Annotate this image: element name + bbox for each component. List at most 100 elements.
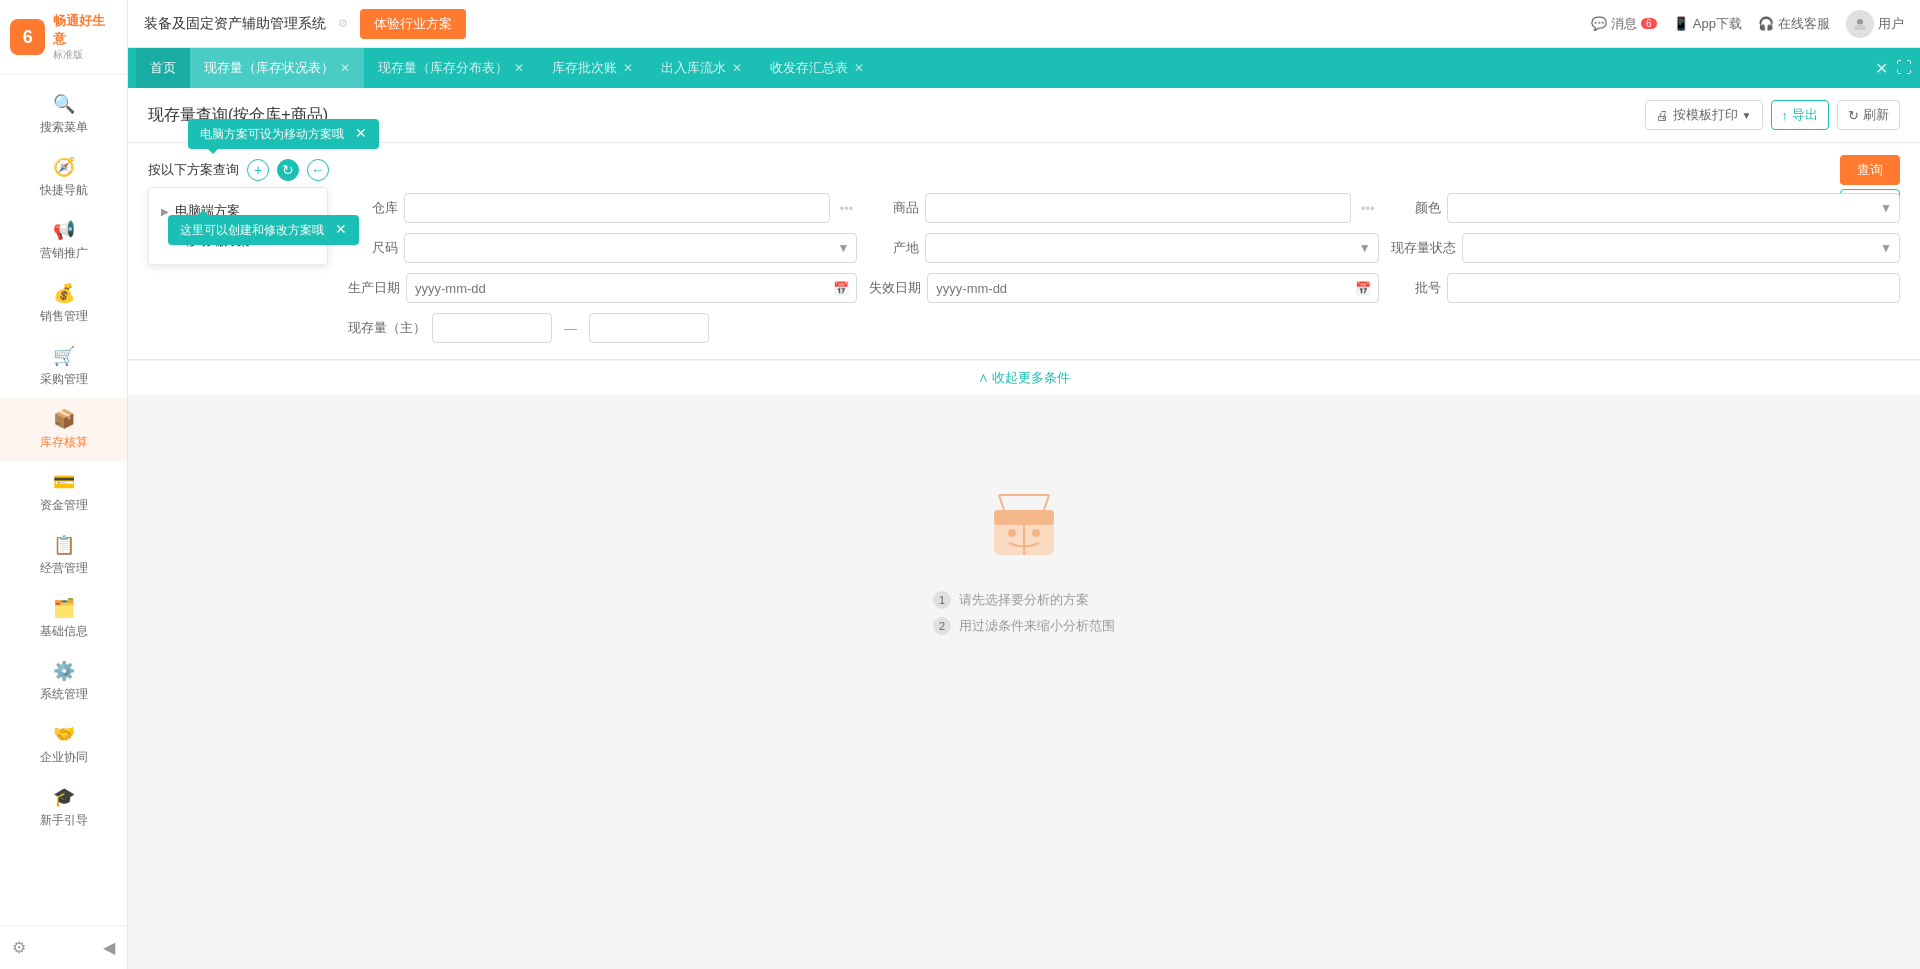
main-area: 装备及固定资产辅助管理系统 ⚙ 体验行业方案 💬 消息 6 📱 App下载 🎧 … [128, 0, 1920, 969]
system-icon: ⚙️ [53, 660, 75, 682]
batch-no-input[interactable] [1447, 273, 1900, 303]
query-button[interactable]: 查询 [1840, 155, 1900, 185]
search-menu-icon: 🔍 [53, 93, 75, 115]
origin-select[interactable] [925, 233, 1378, 263]
filter-stock-status: 现存量状态 ▼ [1391, 233, 1900, 263]
produce-date-calendar-icon[interactable]: 📅 [833, 281, 849, 296]
filter-row-4: 现存量（主） — [348, 313, 1900, 343]
refresh-scheme-button[interactable]: ↻ [277, 159, 299, 181]
back-icon-button[interactable]: ← [307, 159, 329, 181]
tab-label-batch-ledger: 库存批次账 [552, 59, 617, 77]
sidebar-label-purchase: 采购管理 [40, 371, 88, 388]
empty-state: 1 请先选择要分析的方案 2 用过滤条件来缩小分析范围 [128, 395, 1920, 715]
export-icon: ↑ [1782, 108, 1789, 123]
finance-icon: 💳 [53, 471, 75, 493]
headset-icon: 🎧 [1758, 16, 1774, 31]
collapse-sidebar-icon[interactable]: ◀ [103, 938, 115, 957]
expiry-date-calendar-icon[interactable]: 📅 [1355, 281, 1371, 296]
tab-label-home: 首页 [150, 59, 176, 77]
goods-dots-icon[interactable]: ••• [1357, 201, 1379, 216]
filter-header: 按以下方案查询 + ↻ ← 电脑方案可设为移动方案哦 ✕ ▶ 电脑端方案 [148, 159, 1900, 181]
sidebar-item-basic-info[interactable]: 🗂️基础信息 [0, 587, 127, 650]
goods-label: 商品 [869, 199, 919, 217]
bell-icon: 💬 [1591, 16, 1607, 31]
refresh-button[interactable]: ↻ 刷新 [1837, 100, 1900, 130]
sidebar-item-finance[interactable]: 💳资金管理 [0, 461, 127, 524]
close-all-icon[interactable]: ✕ [1875, 59, 1888, 78]
warehouse-dots-icon[interactable]: ••• [836, 201, 858, 216]
header-right: 💬 消息 6 📱 App下载 🎧 在线客服 用户 [1591, 10, 1904, 38]
tab-label-inventory-status: 现存量（库存状况表） [204, 59, 334, 77]
tab-close-collection-summary[interactable]: ✕ [854, 61, 864, 75]
settings-icon[interactable]: ⚙ [12, 938, 26, 957]
tab-close-batch-ledger[interactable]: ✕ [623, 61, 633, 75]
industry-plan-button[interactable]: 体验行业方案 [360, 9, 466, 39]
scheme-tooltip-close[interactable]: ✕ [355, 125, 367, 141]
sidebar-item-quick-nav[interactable]: 🧭快捷导航 [0, 146, 127, 209]
system-name: 装备及固定资产辅助管理系统 [144, 15, 326, 33]
color-select[interactable] [1447, 193, 1900, 223]
tab-home[interactable]: 首页 [136, 48, 190, 88]
tab-bar: 首页现存量（库存状况表）✕现存量（库存分布表）✕库存批次账✕出入库流水✕收发存汇… [128, 48, 1920, 88]
tab-bar-end: ✕ ⛶ [1875, 59, 1912, 78]
tab-inout-flow[interactable]: 出入库流水✕ [647, 48, 756, 88]
create-tooltip-close[interactable]: ✕ [335, 221, 347, 237]
collapse-bar[interactable]: ∧ 收起更多条件 [128, 360, 1920, 395]
avatar [1846, 10, 1874, 38]
sidebar-item-enterprise[interactable]: 🤝企业协同 [0, 713, 127, 776]
empty-tip-1: 1 请先选择要分析的方案 [933, 591, 1115, 609]
sidebar-item-inventory[interactable]: 📦库存核算 [0, 398, 127, 461]
goods-input[interactable] [925, 193, 1351, 223]
stock-status-select[interactable] [1462, 233, 1900, 263]
expiry-date-input[interactable] [927, 273, 1378, 303]
sidebar-item-system[interactable]: ⚙️ 系统管理 [0, 650, 127, 713]
filter-origin: 产地 ▼ [869, 233, 1378, 263]
enterprise-icon: 🤝 [53, 723, 75, 745]
sidebar-label-system: 系统管理 [40, 686, 88, 703]
user-item[interactable]: 用户 [1846, 10, 1904, 38]
inventory-icon: 📦 [53, 408, 75, 430]
sidebar-item-marketing[interactable]: 📢营销推广 [0, 209, 127, 272]
tab-collection-summary[interactable]: 收发存汇总表✕ [756, 48, 878, 88]
filter-rows: 仓库 ••• 商品 ••• 颜色 ▼ [348, 193, 1900, 343]
quick-nav-icon: 🧭 [53, 156, 75, 178]
filter-row-1: 仓库 ••• 商品 ••• 颜色 ▼ [348, 193, 1900, 223]
print-template-button[interactable]: 🖨 按模板打印 ▼ [1645, 100, 1763, 130]
empty-tip-2: 2 用过滤条件来缩小分析范围 [933, 617, 1115, 635]
export-button[interactable]: ↑ 导出 [1771, 100, 1830, 130]
svg-point-5 [1032, 529, 1040, 537]
sidebar-item-guide[interactable]: 🎓新手引导 [0, 776, 127, 839]
app-download-item[interactable]: 📱 App下载 [1673, 15, 1742, 33]
stock-qty-min-input[interactable] [432, 313, 552, 343]
scheme-tooltip: 电脑方案可设为移动方案哦 ✕ [188, 119, 379, 149]
refresh-icon: ↻ [1848, 108, 1859, 123]
tab-batch-ledger[interactable]: 库存批次账 ✕ [538, 48, 647, 88]
page-content: 现存量查询(按仓库+商品) 🖨 按模板打印 ▼ ↑ 导出 ↻ 刷新 [128, 88, 1920, 969]
tab-close-inventory-dist[interactable]: ✕ [514, 61, 524, 75]
tab-close-inventory-status[interactable]: ✕ [340, 61, 350, 75]
add-scheme-button[interactable]: + [247, 159, 269, 181]
settings-gear-icon[interactable]: ⚙ [338, 17, 348, 30]
tab-inventory-dist[interactable]: 现存量（库存分布表）✕ [364, 48, 538, 88]
sidebar-item-search-menu[interactable]: 🔍搜索菜单 [0, 83, 127, 146]
size-select[interactable] [404, 233, 857, 263]
stock-qty-max-input[interactable] [589, 313, 709, 343]
sidebar-item-sales[interactable]: 💰销售管理 [0, 272, 127, 335]
produce-date-input[interactable] [406, 273, 857, 303]
color-label: 颜色 [1391, 199, 1441, 217]
sidebar-item-operations[interactable]: 📋经营管理 [0, 524, 127, 587]
notifications-item[interactable]: 💬 消息 6 [1591, 15, 1657, 33]
expand-icon[interactable]: ⛶ [1896, 59, 1912, 77]
notification-badge: 6 [1641, 18, 1657, 29]
sidebar-label-basic-info: 基础信息 [40, 623, 88, 640]
warehouse-input[interactable] [404, 193, 830, 223]
origin-label: 产地 [869, 239, 919, 257]
sidebar-logo: 6 畅通好生意 标准版 [0, 0, 127, 75]
tip-num-1: 1 [933, 591, 951, 609]
sidebar-item-purchase[interactable]: 🛒采购管理 [0, 335, 127, 398]
sidebar-label-marketing: 营销推广 [40, 245, 88, 262]
svg-point-4 [1008, 529, 1016, 537]
tab-inventory-status[interactable]: 现存量（库存状况表） ✕ [190, 48, 364, 88]
online-support-item[interactable]: 🎧 在线客服 [1758, 15, 1830, 33]
tab-close-inout-flow[interactable]: ✕ [732, 61, 742, 75]
